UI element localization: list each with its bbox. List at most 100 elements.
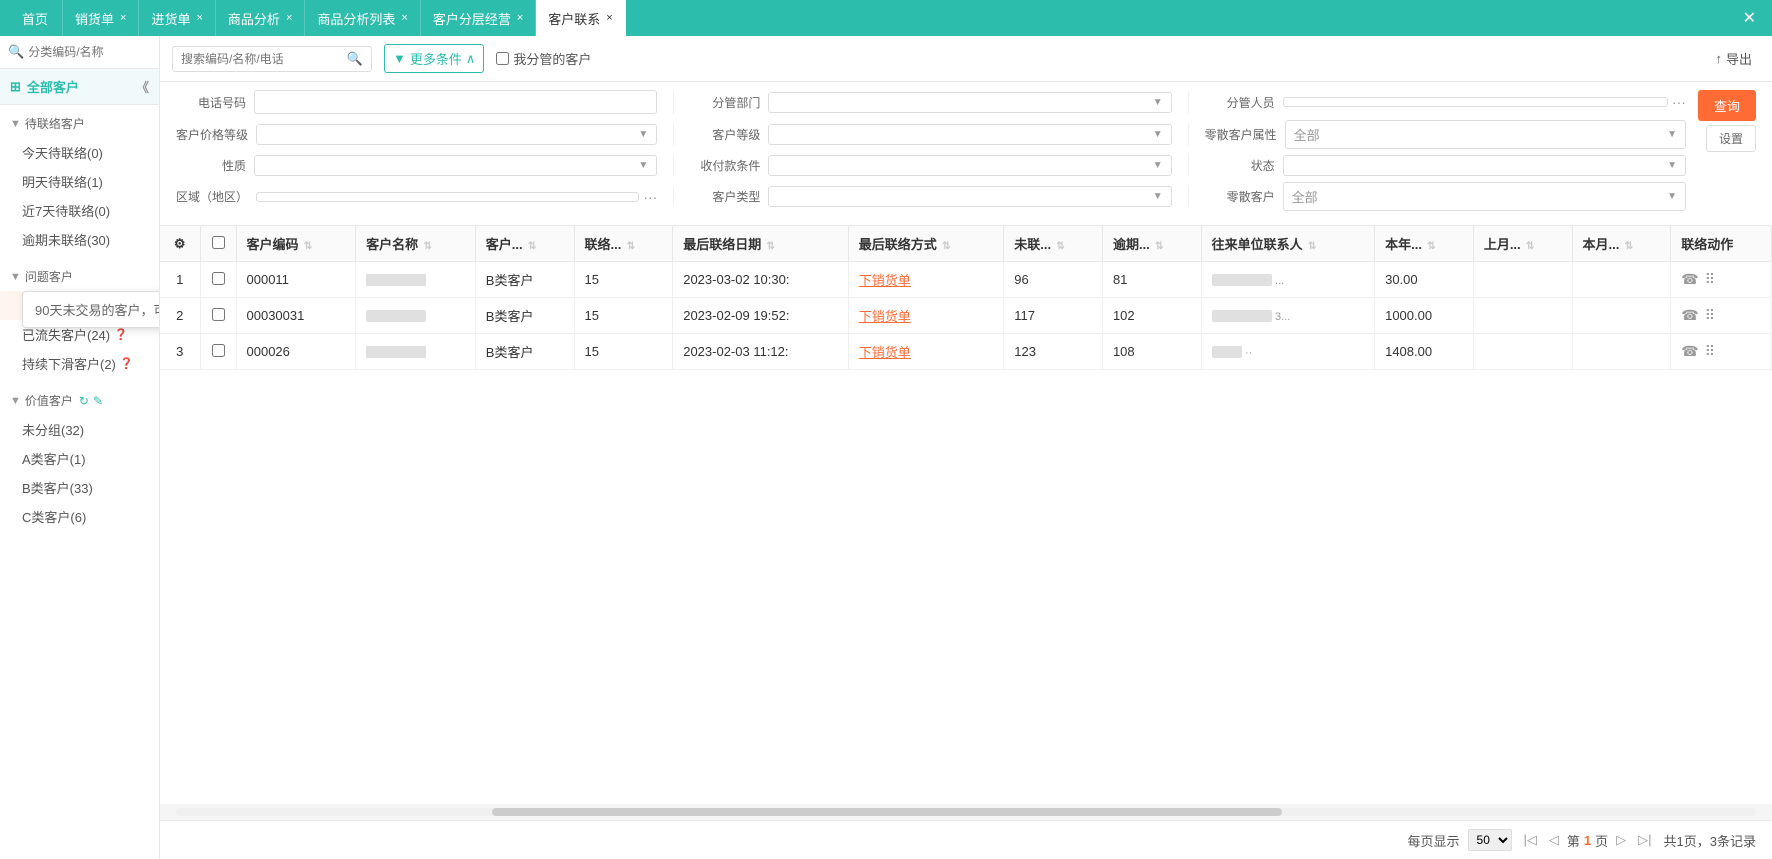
sidebar-section-pending-header[interactable]: ▼ 待联络客户	[0, 109, 159, 138]
pending-section-label: 待联络客户	[25, 115, 85, 132]
nature-select[interactable]: ▼	[254, 155, 657, 176]
payment-select[interactable]: ▼	[768, 155, 1171, 176]
first-page-btn[interactable]: |◁	[1520, 830, 1541, 850]
tab-customer-contact-close[interactable]: ×	[606, 12, 612, 24]
row-1-more-icon[interactable]: ⠿	[1705, 271, 1715, 288]
th-unlinked: 未联... ⇅	[1004, 226, 1103, 262]
last-page-btn[interactable]: ▷|	[1634, 830, 1655, 850]
table-row: 2 00030031 B类客户	[160, 298, 1772, 334]
sidebar-search-input[interactable]	[28, 45, 160, 59]
declining-help-icon: ❓	[120, 357, 134, 370]
tab-purchase-order[interactable]: 进货单 ×	[139, 0, 215, 36]
sort-icon-date[interactable]: ⇅	[767, 241, 775, 252]
tab-product-analysis-list[interactable]: 商品分析列表 ×	[305, 0, 420, 36]
sidebar-item-week-pending[interactable]: 近7天待联络(0)	[0, 196, 159, 225]
sidebar-section-problem-header[interactable]: ▼ 问题客户 90天未交易的客户，可能有流失风险。	[0, 262, 159, 291]
sidebar-item-c-class[interactable]: C类客户(6)	[0, 502, 159, 531]
sort-icon-contact[interactable]: ⇅	[627, 241, 635, 252]
top-tab-bar: 首页 销货单 × 进货单 × 商品分析 × 商品分析列表 × 客户分层经营 × …	[0, 0, 1772, 36]
row-3-contact-icon[interactable]: ☎	[1681, 343, 1698, 360]
row-3-last-method-link[interactable]: 下销货单	[859, 345, 911, 360]
tab-product-analysis[interactable]: 商品分析 ×	[216, 0, 305, 36]
th-settings[interactable]: ⚙	[160, 226, 200, 262]
row-3-checkbox[interactable]	[212, 344, 225, 357]
filter-search-input[interactable]	[181, 52, 347, 66]
customer-type-select[interactable]: ▼	[768, 186, 1171, 207]
sidebar-section-value-header[interactable]: ▼ 价值客户 ↻ ✎	[0, 386, 159, 415]
zero-retail-select[interactable]: 全部 ▼	[1283, 182, 1686, 211]
sidebar-item-declining[interactable]: 持续下滑客户(2) ❓	[0, 349, 159, 378]
horizontal-scrollbar[interactable]	[176, 808, 1756, 816]
row-2-checkbox[interactable]	[212, 308, 225, 321]
tab-home[interactable]: 首页	[8, 0, 63, 36]
sidebar-item-b-class[interactable]: B类客户(33)	[0, 473, 159, 502]
value-edit-icon[interactable]: ✎	[93, 394, 103, 408]
settings-icon[interactable]: ⚙	[174, 236, 186, 251]
tab-purchase-order-close[interactable]: ×	[196, 12, 202, 24]
sort-icon-person[interactable]: ⇅	[1308, 241, 1316, 252]
window-close-button[interactable]: ✕	[1735, 8, 1764, 28]
status-label: 状态	[1205, 157, 1275, 174]
row-1-contact-icon[interactable]: ☎	[1681, 271, 1698, 288]
export-btn[interactable]: ↑ 导出	[1707, 45, 1760, 72]
tab-customer-layering[interactable]: 客户分层经营 ×	[421, 0, 536, 36]
sort-icon-name[interactable]: ⇅	[424, 241, 432, 252]
sort-icon-unlinked[interactable]: ⇅	[1056, 241, 1064, 252]
row-2-contact-icon[interactable]: ☎	[1681, 307, 1698, 324]
sidebar-item-ungrouped[interactable]: 未分组(32)	[0, 415, 159, 444]
sort-icon-code[interactable]: ⇅	[304, 241, 312, 252]
next-page-btn[interactable]: ▷	[1612, 830, 1630, 850]
sidebar-item-tomorrow-pending[interactable]: 明天待联络(1)	[0, 167, 159, 196]
phone-input[interactable]	[254, 90, 657, 114]
per-page-label: 每页显示	[1408, 831, 1460, 850]
my-customers-checkbox[interactable]	[496, 52, 509, 65]
status-select[interactable]: ▼	[1283, 155, 1686, 176]
nature-label: 性质	[176, 157, 246, 174]
per-page-select[interactable]: 50	[1468, 829, 1512, 851]
settings-button[interactable]: 设置	[1706, 125, 1756, 152]
sort-icon-year[interactable]: ⇅	[1427, 241, 1435, 252]
manager-select[interactable]	[1283, 97, 1668, 107]
zero-retail-attr-select[interactable]: 全部 ▼	[1285, 120, 1686, 149]
sort-icon-overdue[interactable]: ⇅	[1155, 241, 1163, 252]
select-all-checkbox[interactable]	[212, 236, 225, 249]
dept-select[interactable]: ▼	[768, 92, 1171, 113]
sort-icon-type[interactable]: ⇅	[528, 241, 536, 252]
sidebar-item-overdue-pending[interactable]: 逾期未联络(30)	[0, 225, 159, 254]
tab-product-analysis-list-close[interactable]: ×	[401, 12, 407, 24]
collapse-icon[interactable]: 《	[136, 77, 149, 96]
row-1-num-val: 1	[176, 272, 183, 287]
sort-icon-method[interactable]: ⇅	[942, 241, 950, 252]
sidebar-item-a-class[interactable]: A类客户(1)	[0, 444, 159, 473]
row-1-last-method-link[interactable]: 下销货单	[859, 273, 911, 288]
manager-more-icon[interactable]: ···	[1672, 94, 1686, 110]
price-level-select[interactable]: ▼	[256, 124, 657, 145]
prev-page-btn[interactable]: ◁	[1545, 830, 1563, 850]
scrollbar-thumb[interactable]	[492, 808, 1282, 816]
filter-search-icon[interactable]: 🔍	[347, 51, 363, 67]
th-unlinked-label: 未联...	[1014, 237, 1051, 252]
row-3-more-icon[interactable]: ⠿	[1705, 343, 1715, 360]
tab-product-analysis-close[interactable]: ×	[286, 12, 292, 24]
tab-customer-contact[interactable]: 客户联系 ×	[536, 0, 625, 36]
sort-icon-last-month[interactable]: ⇅	[1526, 241, 1534, 252]
tab-customer-layering-close[interactable]: ×	[517, 12, 523, 24]
row-2-checkbox-cell	[200, 298, 236, 334]
region-more-icon[interactable]: ···	[643, 189, 657, 205]
th-checkbox[interactable]	[200, 226, 236, 262]
region-select[interactable]	[256, 192, 639, 202]
row-2-last-method-link[interactable]: 下销货单	[859, 309, 911, 324]
sidebar-item-today-pending[interactable]: 今天待联络(0)	[0, 138, 159, 167]
customer-level-select[interactable]: ▼	[768, 124, 1171, 145]
tab-sales-order[interactable]: 销货单 ×	[63, 0, 139, 36]
tab-product-analysis-label: 商品分析	[228, 9, 280, 28]
more-conditions-btn[interactable]: ▼ 更多条件 ∧	[384, 44, 484, 73]
query-action-col: 查询 设置	[1686, 90, 1756, 152]
sort-icon-this-month[interactable]: ⇅	[1625, 241, 1633, 252]
tab-sales-order-close[interactable]: ×	[120, 12, 126, 24]
value-refresh-icon[interactable]: ↻	[79, 394, 89, 408]
row-1-checkbox[interactable]	[212, 272, 225, 285]
row-2-more-icon[interactable]: ⠿	[1705, 307, 1715, 324]
query-button[interactable]: 查询	[1698, 90, 1756, 121]
sidebar-all-customers[interactable]: ⊞ 全部客户 《	[0, 69, 159, 105]
